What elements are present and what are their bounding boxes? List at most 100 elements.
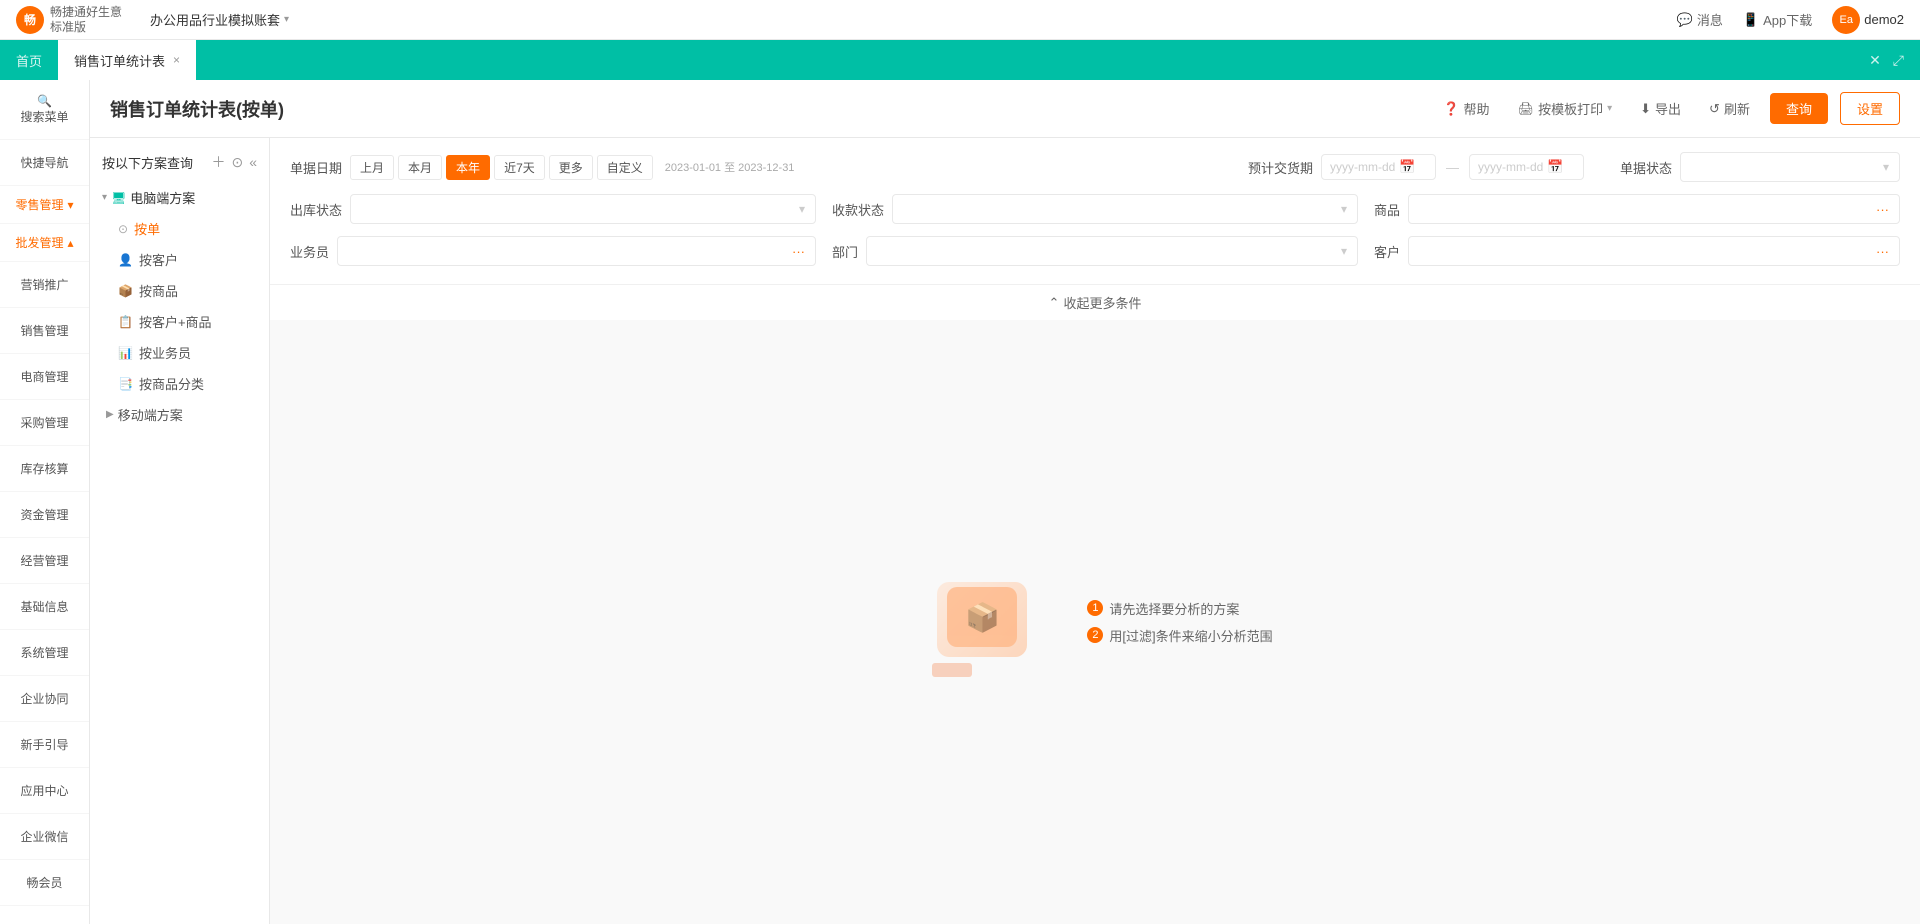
delivery-status-select[interactable]: ▾ bbox=[350, 194, 816, 224]
top-bar-right: 💬 消息 📱 App下载 Ea demo2 bbox=[1677, 6, 1904, 34]
scheme-pc-group: ▾ 🖥 电脑端方案 ⊙ 按单 👤 按客户 📦 按商品 bbox=[90, 182, 269, 399]
scheme-item-by-customer[interactable]: 👤 按客户 bbox=[90, 244, 269, 275]
date-label: 单据日期 bbox=[290, 158, 342, 177]
sidebar-item-member[interactable]: 畅会员 bbox=[0, 860, 89, 906]
refresh-button[interactable]: ↺ 刷新 bbox=[1701, 95, 1758, 122]
expected-date-end[interactable]: yyyy-mm-dd 📅 bbox=[1469, 154, 1584, 180]
scheme-item-by-category[interactable]: 📑 按商品分类 bbox=[90, 368, 269, 399]
app-download-button[interactable]: 📱 App下载 bbox=[1743, 10, 1812, 29]
sidebar-item-app-center[interactable]: 应用中心 bbox=[0, 768, 89, 814]
main-layout: 🔍 搜索菜单 快捷导航 零售管理 ▾ 批发管理 ▴ 营销推广 销售管理 电商管理… bbox=[0, 80, 1920, 924]
department-chevron-icon: ▾ bbox=[1341, 244, 1347, 258]
empty-base bbox=[932, 663, 972, 677]
empty-illustration: 📦 bbox=[917, 567, 1047, 677]
expected-date-group: 预计交货期 yyyy-mm-dd 📅 — yyyy-mm-dd 📅 bbox=[1248, 154, 1584, 180]
print-chevron-icon: ▾ bbox=[1607, 103, 1612, 114]
scheme-collapse-icon[interactable]: « bbox=[249, 154, 257, 170]
sidebar-item-system[interactable]: 系统管理 bbox=[0, 630, 89, 676]
sidebar-item-wechat[interactable]: 企业微信 bbox=[0, 814, 89, 860]
sidebar-item-ecommerce[interactable]: 电商管理 bbox=[0, 354, 89, 400]
result-area: 📦 1 请先选择要分析的方案 2 用[过滤]条件来缩小分析范围 bbox=[270, 320, 1920, 924]
scheme-item-by-salesman[interactable]: 📊 按业务员 bbox=[90, 337, 269, 368]
sidebar-item-enterprise[interactable]: 企业协同 bbox=[0, 676, 89, 722]
date-btn-more[interactable]: 更多 bbox=[549, 155, 593, 180]
export-button[interactable]: ⬇ 导出 bbox=[1632, 95, 1689, 122]
sidebar-item-retail[interactable]: 零售管理 ▾ bbox=[0, 186, 89, 224]
sidebar-item-inventory[interactable]: 库存核算 bbox=[0, 446, 89, 492]
sidebar-item-basic-info[interactable]: 基础信息 bbox=[0, 584, 89, 630]
delivery-status-group: 出库状态 ▾ bbox=[290, 194, 816, 224]
expected-date-start[interactable]: yyyy-mm-dd 📅 bbox=[1321, 154, 1436, 180]
logo-area: 畅 畅捷通好生意 标准版 bbox=[16, 5, 122, 34]
message-button[interactable]: 💬 消息 bbox=[1677, 10, 1723, 29]
filter-inner: 单据日期 上月 本月 本年 近7天 更多 自定义 2023-01-01 至 20… bbox=[270, 138, 1920, 276]
expected-date-label: 预计交货期 bbox=[1248, 158, 1313, 177]
avatar: Ea bbox=[1832, 6, 1860, 34]
scheme-cg-icon: 📋 bbox=[118, 315, 133, 329]
date-btn-this-year[interactable]: 本年 bbox=[446, 155, 490, 180]
sidebar-item-wholesale[interactable]: 批发管理 ▴ bbox=[0, 224, 89, 262]
window-close-icon[interactable]: ✕ bbox=[1869, 52, 1881, 69]
scheme-goods-icon: 📦 bbox=[118, 284, 133, 298]
scheme-item-by-customer-goods[interactable]: 📋 按客户+商品 bbox=[90, 306, 269, 337]
doc-status-group: 单据状态 ▾ bbox=[1620, 152, 1900, 182]
date-range-text: 2023-01-01 至 2023-12-31 bbox=[665, 159, 795, 175]
doc-status-select[interactable]: ▾ bbox=[1680, 152, 1900, 182]
date-btn-custom[interactable]: 自定义 bbox=[597, 155, 653, 180]
user-name: demo2 bbox=[1864, 12, 1904, 27]
workspace-chevron-icon: ▾ bbox=[284, 14, 289, 25]
sidebar-item-guide[interactable]: 新手引导 bbox=[0, 722, 89, 768]
window-maximize-icon[interactable]: ⤢ bbox=[1893, 52, 1904, 69]
empty-hint-1: 1 请先选择要分析的方案 bbox=[1087, 599, 1239, 618]
calendar-start-icon: 📅 bbox=[1399, 159, 1415, 175]
sidebar-retail-arrow: ▾ bbox=[67, 198, 73, 212]
tab-close-icon[interactable]: × bbox=[173, 53, 180, 67]
calendar-end-icon: 📅 bbox=[1547, 159, 1563, 175]
scheme-item-by-goods[interactable]: 📦 按商品 bbox=[90, 275, 269, 306]
help-icon: ❓ bbox=[1443, 101, 1459, 117]
goods-label: 商品 bbox=[1374, 200, 1400, 219]
scheme-add-icon[interactable]: ＋ bbox=[211, 152, 225, 172]
date-btn-this-month[interactable]: 本月 bbox=[398, 155, 442, 180]
sidebar-item-marketing[interactable]: 营销推广 bbox=[0, 262, 89, 308]
tab-sales-order-stats[interactable]: 销售订单统计表 × bbox=[58, 40, 196, 80]
sidebar-item-finance[interactable]: 资金管理 bbox=[0, 492, 89, 538]
tab-home[interactable]: 首页 bbox=[0, 40, 58, 80]
scheme-group-pc[interactable]: ▾ 🖥 电脑端方案 bbox=[90, 182, 269, 213]
customer-group: 客户 ··· bbox=[1374, 236, 1900, 266]
sidebar-item-quick-nav[interactable]: 快捷导航 bbox=[0, 140, 89, 186]
hint-number-1: 1 bbox=[1087, 600, 1103, 616]
empty-visual-container: 📦 1 请先选择要分析的方案 2 用[过滤]条件来缩小分析范围 bbox=[917, 567, 1272, 677]
print-button[interactable]: 🖨 按模板打印 ▾ bbox=[1510, 95, 1621, 122]
help-button[interactable]: ❓ 帮助 bbox=[1435, 95, 1497, 122]
scheme-customer-icon: 👤 bbox=[118, 253, 133, 267]
doc-status-chevron-icon: ▾ bbox=[1883, 160, 1889, 174]
scheme-mobile-group[interactable]: ▶ 移动端方案 bbox=[90, 399, 269, 430]
sidebar-item-operations[interactable]: 经营管理 bbox=[0, 538, 89, 584]
department-select[interactable]: ▾ bbox=[866, 236, 1358, 266]
department-label: 部门 bbox=[832, 242, 858, 261]
empty-face-icon: 📦 bbox=[947, 587, 1017, 647]
salesman-input[interactable]: ··· bbox=[337, 236, 816, 266]
query-button[interactable]: 查询 bbox=[1770, 93, 1828, 124]
export-icon: ⬇ bbox=[1640, 101, 1651, 117]
payment-status-select[interactable]: ▾ bbox=[892, 194, 1358, 224]
customer-input[interactable]: ··· bbox=[1408, 236, 1900, 266]
scheme-category-icon: 📑 bbox=[118, 377, 133, 391]
collapse-button[interactable]: ⌃ 收起更多条件 bbox=[270, 284, 1920, 320]
sidebar-item-sales[interactable]: 销售管理 bbox=[0, 308, 89, 354]
sidebar-item-search[interactable]: 🔍 搜索菜单 bbox=[0, 80, 89, 140]
download-icon: 📱 bbox=[1743, 12, 1759, 28]
user-area[interactable]: Ea demo2 bbox=[1832, 6, 1904, 34]
goods-ellipsis-icon: ··· bbox=[1876, 202, 1889, 217]
sidebar-item-purchase[interactable]: 采购管理 bbox=[0, 400, 89, 446]
payment-chevron-icon: ▾ bbox=[1341, 202, 1347, 216]
date-btn-last-month[interactable]: 上月 bbox=[350, 155, 394, 180]
workspace-selector[interactable]: 办公用品行业模拟账套 ▾ bbox=[150, 10, 289, 29]
settings-button[interactable]: 设置 bbox=[1840, 92, 1900, 125]
scheme-pc-icon: 🖥 bbox=[111, 191, 126, 205]
scheme-settings-icon[interactable]: ⊙ bbox=[231, 154, 243, 171]
goods-input[interactable]: ··· bbox=[1408, 194, 1900, 224]
date-btn-last-7days[interactable]: 近7天 bbox=[494, 155, 545, 180]
scheme-item-by-order[interactable]: ⊙ 按单 bbox=[90, 213, 269, 244]
